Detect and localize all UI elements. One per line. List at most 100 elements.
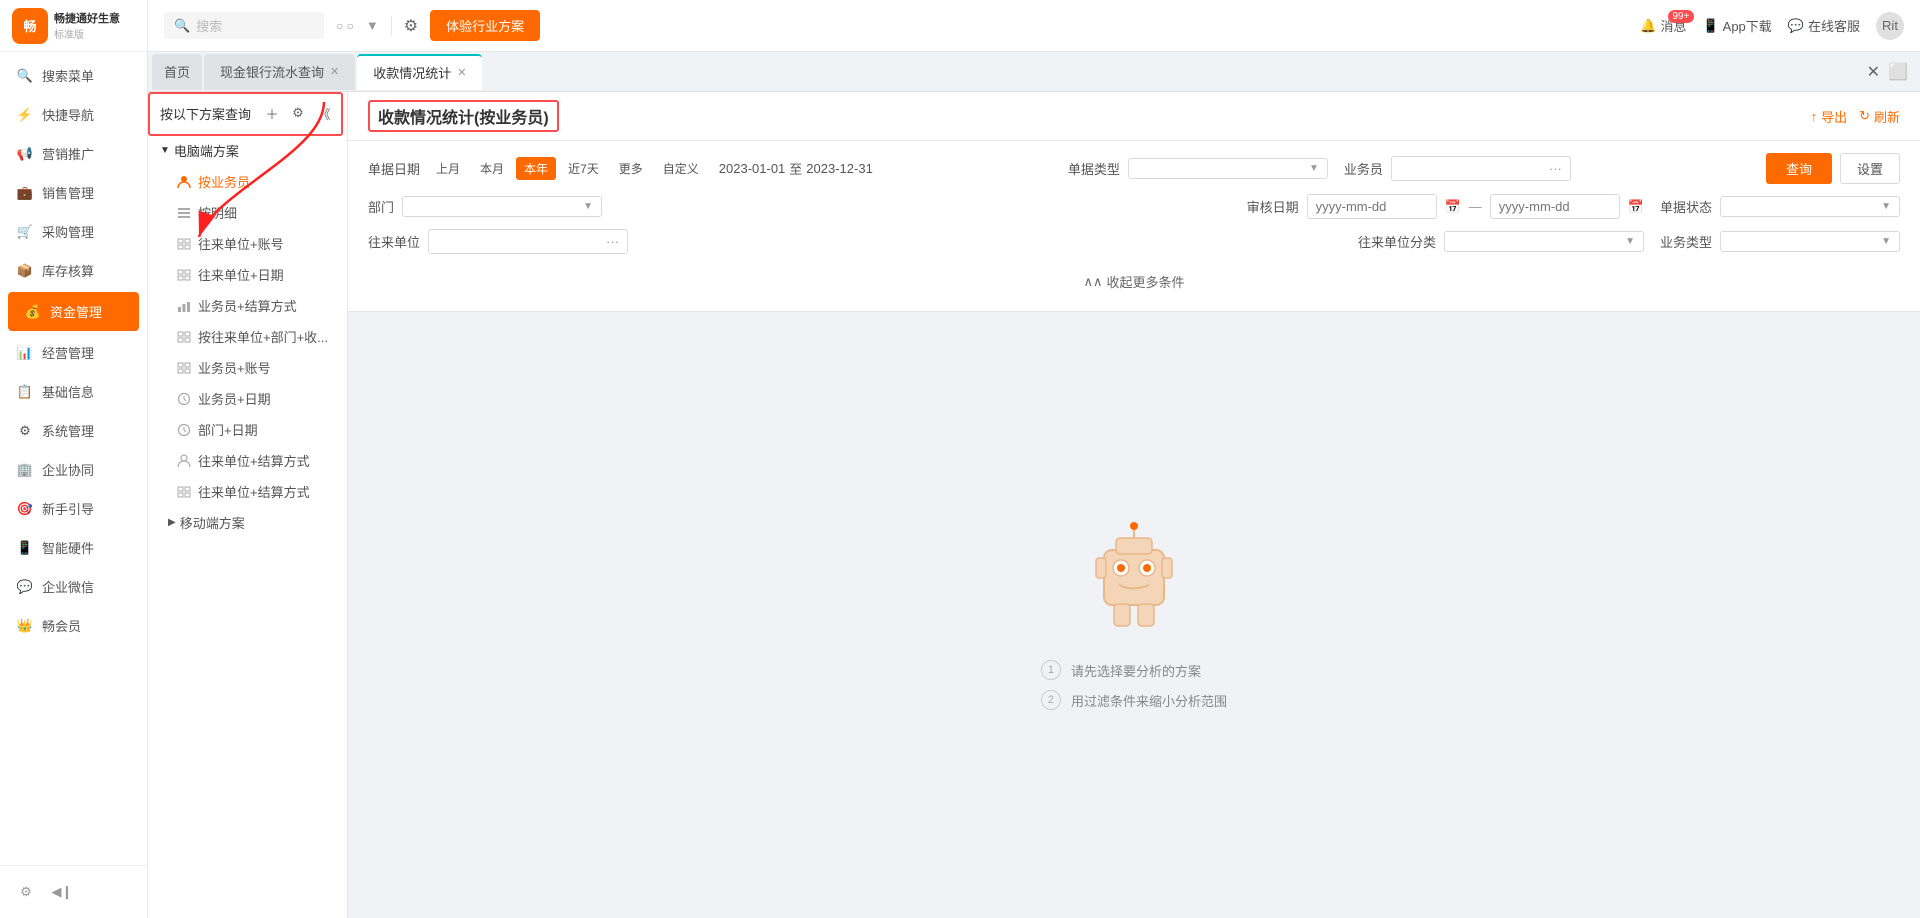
sidebar-item-sales[interactable]: 💼 销售管理 xyxy=(0,173,147,212)
hardware-icon: 📱 xyxy=(16,539,34,557)
filter-counterpart-category-label: 往来单位分类 xyxy=(1358,232,1436,251)
empty-step-1: 1 请先选择要分析的方案 xyxy=(1041,660,1227,680)
scheme-item-counterpart-account[interactable]: 往来单位+账号 xyxy=(148,228,347,259)
tab-home[interactable]: 首页 xyxy=(152,54,202,90)
scheme-settings-btn[interactable]: ⚙ xyxy=(287,102,309,124)
table-icon-4 xyxy=(176,360,192,376)
refresh-btn[interactable]: ↻ 刷新 xyxy=(1859,107,1900,126)
sidebar: 畅 畅捷通好生意 标准版 🔍 搜索菜单 ⚡ 快捷导航 📢 营销推广 💼 销售管理… xyxy=(0,0,148,918)
trial-btn[interactable]: 体验行业方案 xyxy=(430,10,540,41)
group-expand-icon: ▼ xyxy=(160,145,170,156)
topbar-search[interactable]: 🔍 搜索 xyxy=(164,12,324,39)
scheme-item-counterpart-settle1[interactable]: 往来单位+结算方式 xyxy=(148,445,347,476)
sales-icon: 💼 xyxy=(16,184,34,202)
filter-salesman-select[interactable]: ··· xyxy=(1391,156,1571,181)
filter-doc-status-item: 单据状态 ▼ xyxy=(1660,196,1900,217)
clock-icon-1 xyxy=(176,391,192,407)
sidebar-item-hardware[interactable]: 📱 智能硬件 xyxy=(0,528,147,567)
scheme-panel-header: 按以下方案查询 ＋ ⚙ 《 xyxy=(148,92,347,135)
scheme-item-salesman-date[interactable]: 业务员+日期 xyxy=(148,383,347,414)
filter-row-2: 部门 ▼ 审核日期 📅 — 📅 xyxy=(368,194,1900,219)
scheme-item-dept-date[interactable]: 部门+日期 xyxy=(148,414,347,445)
filter-counterpart-category-item: 往来单位分类 ▼ xyxy=(1358,231,1644,252)
filter-doc-type-select[interactable]: ▼ xyxy=(1128,158,1328,179)
filter-counterpart-category-select[interactable]: ▼ xyxy=(1444,231,1644,252)
date-btn-more[interactable]: 更多 xyxy=(611,157,651,180)
filter-business-type-select[interactable]: ▼ xyxy=(1720,231,1900,252)
sidebar-item-operations[interactable]: 📊 经营管理 xyxy=(0,333,147,372)
sidebar-item-inventory[interactable]: 📦 库存核算 xyxy=(0,251,147,290)
clock-icon-2 xyxy=(176,422,192,438)
date-btn-this-year[interactable]: 本年 xyxy=(516,157,556,180)
online-service-btn[interactable]: 💬 在线客服 xyxy=(1788,16,1860,35)
doc-status-arrow-icon: ▼ xyxy=(1881,201,1891,212)
sidebar-item-system[interactable]: ⚙ 系统管理 xyxy=(0,411,147,450)
collapse-btn[interactable]: ∧∧ 收起更多条件 xyxy=(368,264,1900,299)
inventory-icon: 📦 xyxy=(16,262,34,280)
scheme-item-counterpart-date[interactable]: 往来单位+日期 xyxy=(148,259,347,290)
scheme-item-salesman-settle[interactable]: 业务员+结算方式 xyxy=(148,290,347,321)
logo-text: 畅捷通好生意 标准版 xyxy=(54,10,120,41)
topbar-divider xyxy=(391,16,392,36)
sidebar-item-enterprise[interactable]: 🏢 企业协同 xyxy=(0,450,147,489)
scheme-add-btn[interactable]: ＋ xyxy=(261,102,283,124)
scheme-item-by-salesman[interactable]: 按业务员 xyxy=(148,166,347,197)
footer-collapse-btn[interactable]: ◀❙ xyxy=(48,878,76,906)
filter-review-date-from[interactable] xyxy=(1307,194,1437,219)
tabbar-maximize-icon[interactable]: ⬜ xyxy=(1888,62,1908,82)
app-download-btn[interactable]: 📱 App下载 xyxy=(1702,16,1771,35)
filter-review-date-to[interactable] xyxy=(1490,194,1620,219)
date-btn-last-month[interactable]: 上月 xyxy=(428,157,468,180)
sidebar-item-marketing[interactable]: 📢 营销推广 xyxy=(0,134,147,173)
filter-dept-item: 部门 ▼ xyxy=(368,196,602,217)
footer-settings-btn[interactable]: ⚙ xyxy=(12,878,40,906)
scheme-item-by-details[interactable]: 按明细 xyxy=(148,197,347,228)
right-panel: 收款情况统计(按业务员) ↑ 导出 ↻ 刷新 单据日期 xyxy=(348,92,1920,918)
filter-counterpart-select[interactable]: ··· xyxy=(428,229,628,254)
filter-business-type-item: 业务类型 ▼ xyxy=(1660,231,1900,252)
date-btn-custom[interactable]: 自定义 xyxy=(655,157,707,180)
data-area: 1 请先选择要分析的方案 2 用过滤条件来缩小分析范围 xyxy=(348,312,1920,918)
topbar-search-text: ○ ○ xyxy=(336,19,354,33)
date-btn-this-month[interactable]: 本月 xyxy=(472,157,512,180)
logo-icon: 畅 xyxy=(12,8,48,44)
tab-bank-flow-close[interactable]: ✕ xyxy=(330,65,339,78)
filter-actions: 查询 设置 xyxy=(1766,153,1900,184)
download-icon: 📱 xyxy=(1702,18,1718,34)
user-avatar[interactable]: Rit xyxy=(1876,12,1904,40)
desktop-group-header[interactable]: ▼ 电脑端方案 xyxy=(148,135,347,166)
scheme-item-counterpart-dept-collect[interactable]: 按往来单位+部门+收... xyxy=(148,321,347,352)
sidebar-item-search[interactable]: 🔍 搜索菜单 xyxy=(0,56,147,95)
query-btn[interactable]: 查询 xyxy=(1766,153,1832,184)
sidebar-item-guide[interactable]: 🎯 新手引导 xyxy=(0,489,147,528)
topbar-chevron[interactable]: ▼ xyxy=(366,18,379,33)
tabbar-close-icon[interactable]: ✕ xyxy=(1867,62,1880,82)
tab-bank-flow[interactable]: 现金银行流水查询 ✕ xyxy=(204,54,355,90)
sidebar-item-member[interactable]: 👑 畅会员 xyxy=(0,606,147,645)
scheme-item-salesman-account[interactable]: 业务员+账号 xyxy=(148,352,347,383)
notification-btn[interactable]: 🔔 消息 99+ xyxy=(1640,16,1686,35)
tab-collection-stats[interactable]: 收款情况统计 ✕ xyxy=(357,54,482,90)
date-btn-7days[interactable]: 近7天 xyxy=(560,157,607,180)
scheme-collapse-btn[interactable]: 《 xyxy=(313,102,335,124)
sidebar-item-quick-nav[interactable]: ⚡ 快捷导航 xyxy=(0,95,147,134)
tab-collection-stats-close[interactable]: ✕ xyxy=(457,66,466,79)
calendar-icon-2[interactable]: 📅 xyxy=(1628,199,1644,215)
scheme-item-counterpart-settle2[interactable]: 往来单位+结算方式 xyxy=(148,476,347,507)
mobile-group-header[interactable]: ▶ 移动端方案 xyxy=(148,507,347,538)
topbar-settings-icon[interactable]: ⚙ xyxy=(404,16,418,36)
sidebar-item-basic-info[interactable]: 📋 基础信息 xyxy=(0,372,147,411)
filter-dept-select[interactable]: ▼ xyxy=(402,196,602,217)
sidebar-item-purchase[interactable]: 🛒 采购管理 xyxy=(0,212,147,251)
sidebar-footer: ⚙ ◀❙ xyxy=(0,865,147,918)
bell-icon: 🔔 xyxy=(1640,18,1656,34)
table-icon-5 xyxy=(176,484,192,500)
calendar-icon-1[interactable]: 📅 xyxy=(1445,199,1461,215)
sidebar-item-wechat[interactable]: 💬 企业微信 xyxy=(0,567,147,606)
sidebar-item-finance[interactable]: 💰 资金管理 xyxy=(8,292,139,331)
export-btn[interactable]: ↑ 导出 xyxy=(1811,107,1848,126)
step-num-1: 1 xyxy=(1041,660,1061,680)
filter-doc-status-select[interactable]: ▼ xyxy=(1720,196,1900,217)
settings-btn[interactable]: 设置 xyxy=(1840,153,1900,184)
scheme-panel: 按以下方案查询 ＋ ⚙ 《 ▼ 电脑端方案 xyxy=(148,92,348,918)
